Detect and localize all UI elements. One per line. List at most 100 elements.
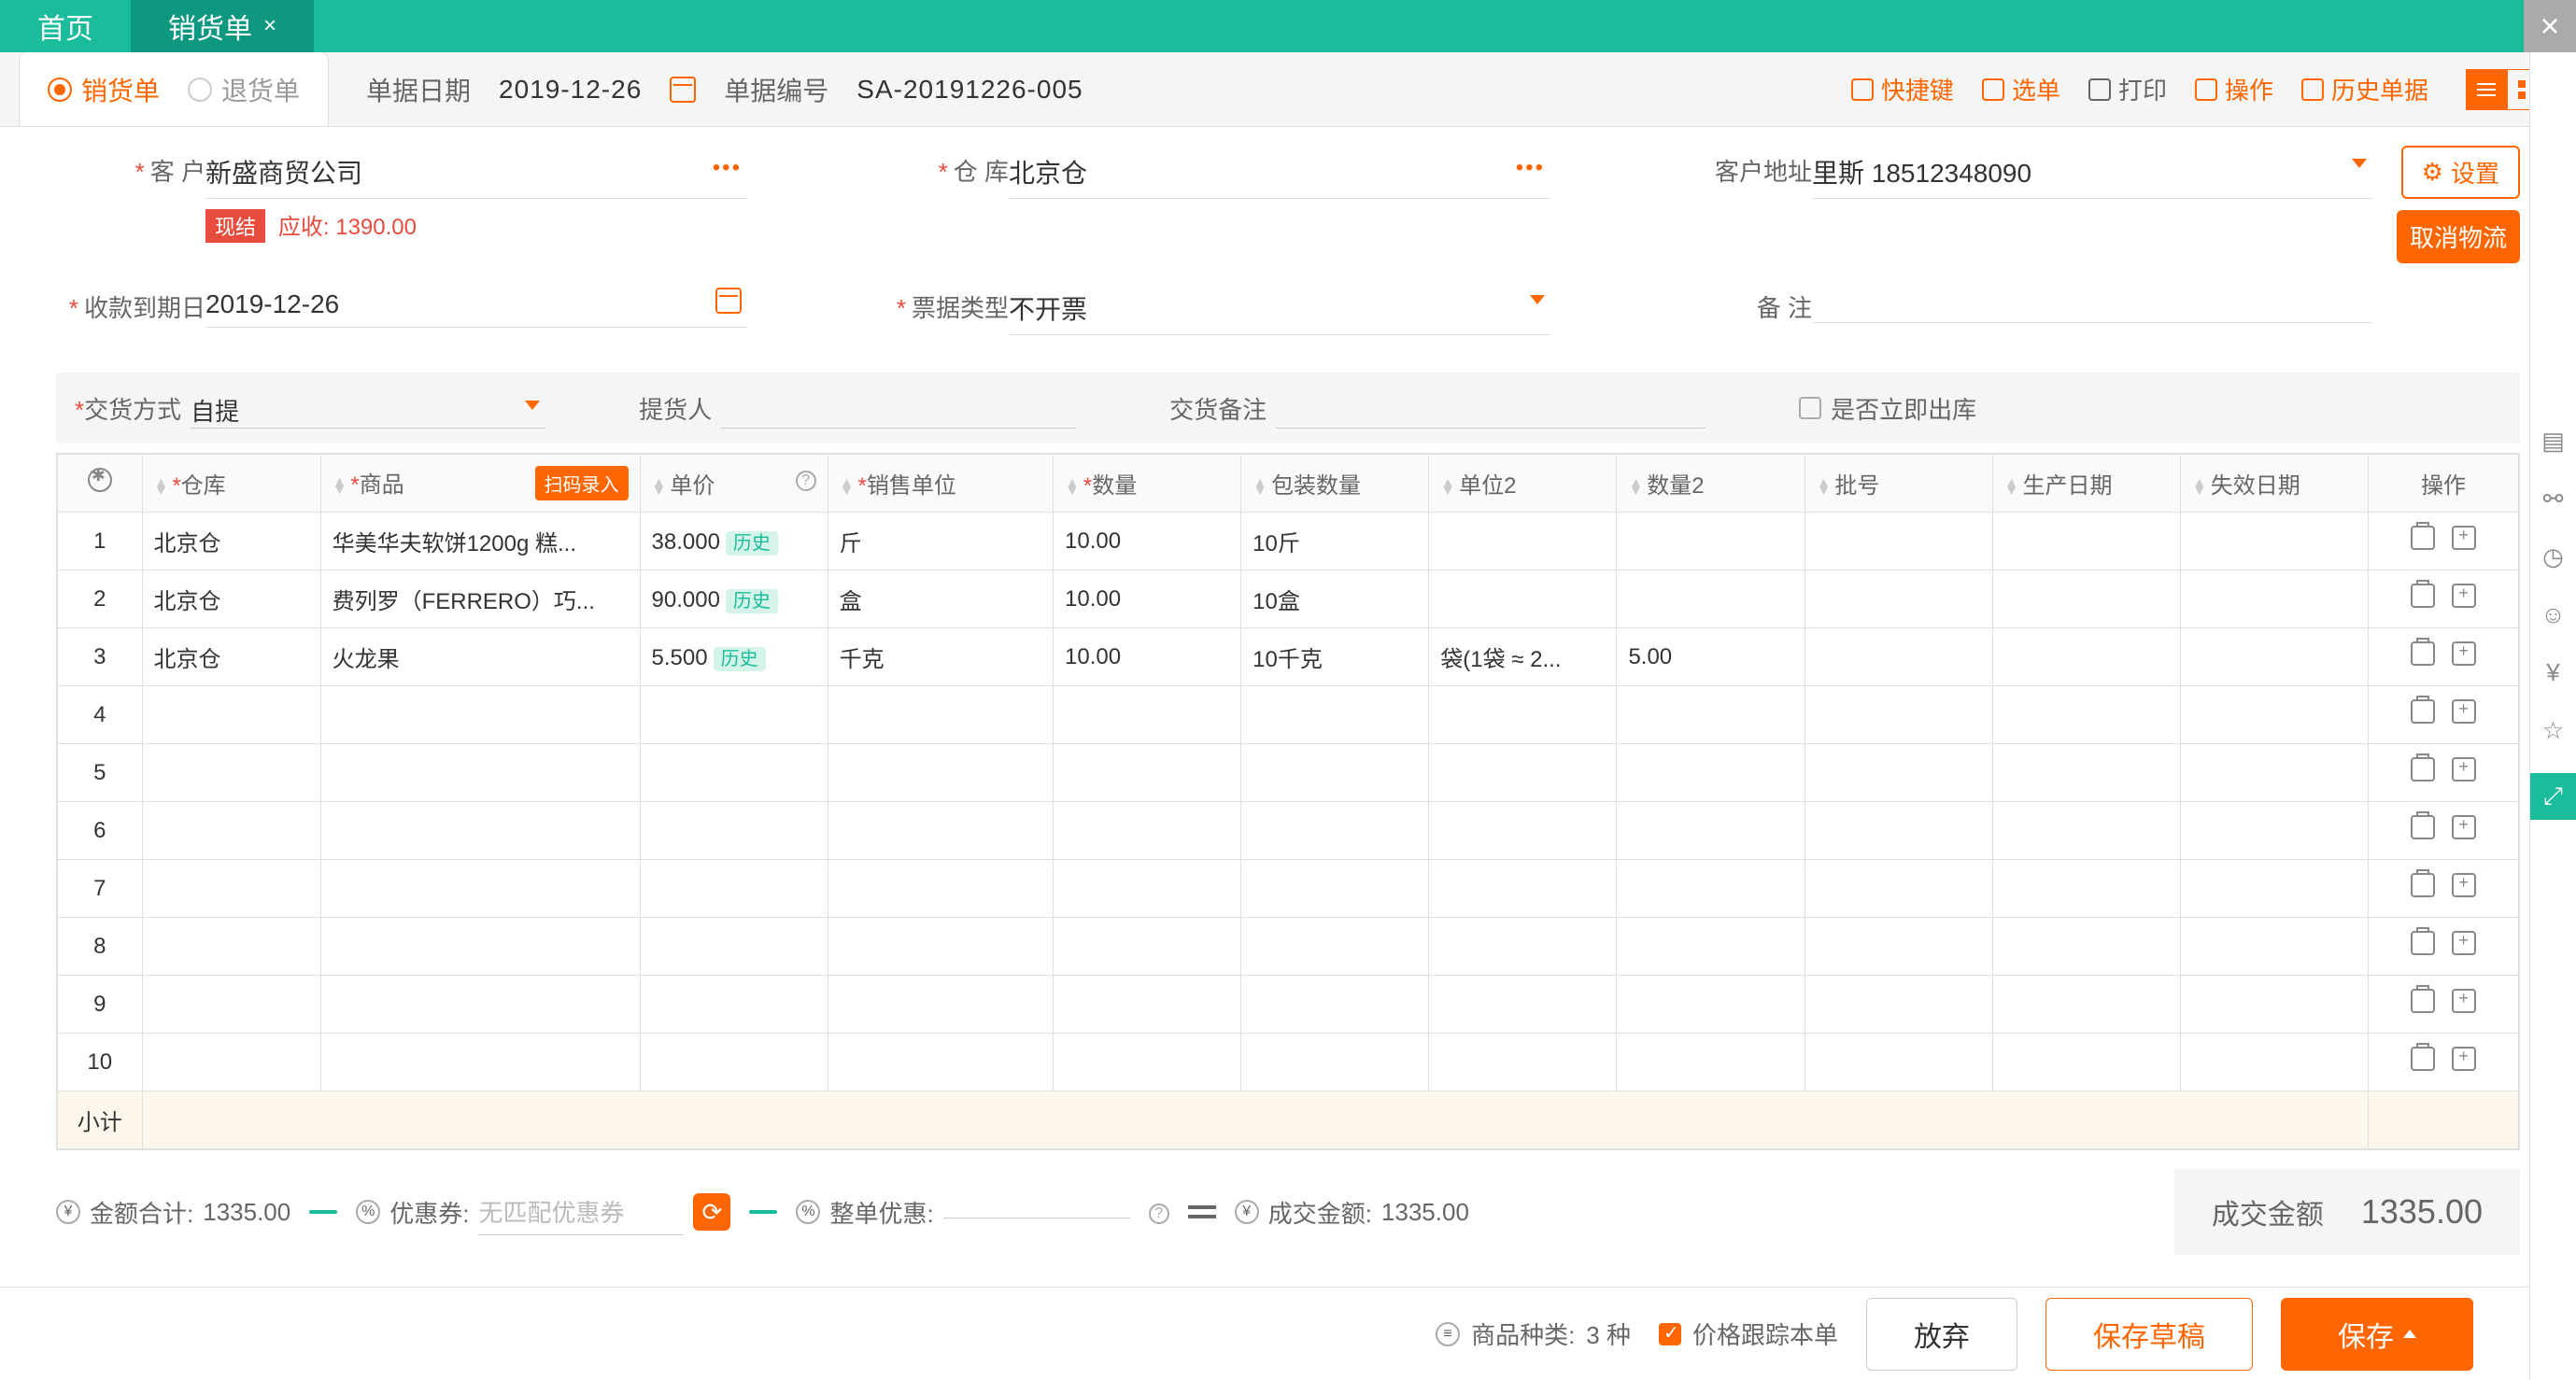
history-tag[interactable]: 历史 xyxy=(714,647,766,671)
tab-home[interactable]: 首页 xyxy=(0,0,131,52)
delivery-remark-input[interactable] xyxy=(1276,387,1706,429)
rail-note-icon[interactable]: ▤ xyxy=(2539,426,2569,456)
add-row-icon[interactable] xyxy=(2452,757,2476,782)
mode-tab-sales[interactable]: 销货单 xyxy=(48,71,160,108)
cancel-logistics-button[interactable]: 取消物流 xyxy=(2397,210,2520,263)
add-row-icon[interactable] xyxy=(2452,526,2476,550)
due-date-input[interactable]: 2019-12-26 xyxy=(205,282,747,328)
calendar-icon[interactable] xyxy=(670,77,696,103)
invoice-type-input[interactable]: 不开票 xyxy=(1009,282,1550,335)
table-row[interactable]: 4 xyxy=(58,686,2519,744)
col-pkg-qty[interactable]: 包装数量 xyxy=(1271,473,1361,499)
col-prod-date[interactable]: 生产日期 xyxy=(2023,473,2113,499)
calendar-icon[interactable] xyxy=(715,288,742,314)
add-row-icon[interactable] xyxy=(2452,641,2476,666)
save-draft-button[interactable]: 保存草稿 xyxy=(2045,1298,2253,1371)
delete-row-icon[interactable] xyxy=(2411,526,2435,550)
ellipsis-icon[interactable]: ••• xyxy=(713,155,742,181)
remark-input[interactable] xyxy=(1812,282,2372,323)
customer-label: 客 户 xyxy=(150,158,205,186)
table-row[interactable]: 7 xyxy=(58,860,2519,918)
form-area: *客 户 新盛商贸公司 ••• 现结 应收: 1390.00 *仓 库 北京仓 xyxy=(0,127,2576,363)
delete-row-icon[interactable] xyxy=(2411,757,2435,782)
coupon-input[interactable]: 无匹配优惠券 xyxy=(478,1189,684,1235)
refresh-button[interactable]: ⟳ xyxy=(693,1193,730,1231)
delivery-method-input[interactable]: 自提 xyxy=(191,387,545,429)
shortcut-button[interactable]: 快捷键 xyxy=(1851,72,1954,106)
add-row-icon[interactable] xyxy=(2452,873,2476,897)
doc-no-value: SA-20191226-005 xyxy=(856,75,1083,105)
col-warehouse[interactable]: 仓库 xyxy=(181,473,226,499)
rail-link-icon[interactable]: ⚯ xyxy=(2539,484,2569,514)
minus-icon xyxy=(309,1210,337,1214)
col-batch[interactable]: 批号 xyxy=(1834,473,1879,499)
col-exp-date[interactable]: 失效日期 xyxy=(2211,473,2300,499)
gear-icon: ⚙ xyxy=(2422,158,2443,187)
table-row[interactable]: 6 xyxy=(58,802,2519,860)
delete-row-icon[interactable] xyxy=(2411,641,2435,666)
history-tag[interactable]: 历史 xyxy=(726,531,778,556)
doc-date-value[interactable]: 2019-12-26 xyxy=(499,75,642,105)
col-product[interactable]: 商品 xyxy=(360,472,404,498)
rail-star-icon[interactable]: ☆ xyxy=(2539,715,2569,745)
col-qty[interactable]: 数量 xyxy=(1092,473,1137,499)
help-icon[interactable]: ? xyxy=(796,471,816,491)
delete-row-icon[interactable] xyxy=(2411,931,2435,955)
delete-row-icon[interactable] xyxy=(2411,1047,2435,1071)
ellipsis-icon[interactable]: ••• xyxy=(1516,155,1545,181)
help-icon[interactable]: ? xyxy=(1149,1204,1169,1224)
add-row-icon[interactable] xyxy=(2452,815,2476,839)
add-row-icon[interactable] xyxy=(2452,584,2476,608)
add-row-icon[interactable] xyxy=(2452,699,2476,724)
table-row[interactable]: 5 xyxy=(58,744,2519,802)
mode-tab-return[interactable]: 退货单 xyxy=(188,71,300,108)
history-button[interactable]: 历史单据 xyxy=(2301,72,2428,106)
table-row[interactable]: 9 xyxy=(58,976,2519,1034)
discard-button[interactable]: 放弃 xyxy=(1866,1298,2017,1371)
rail-clock-icon[interactable]: ◷ xyxy=(2539,542,2569,571)
address-input[interactable]: 里斯 18512348090 xyxy=(1812,146,2372,199)
settings-button[interactable]: ⚙ 设置 xyxy=(2401,146,2520,199)
order-discount-input[interactable] xyxy=(943,1206,1130,1218)
add-row-icon[interactable] xyxy=(2452,989,2476,1013)
add-row-icon[interactable] xyxy=(2452,1047,2476,1071)
chevron-down-icon[interactable] xyxy=(525,401,540,410)
delete-row-icon[interactable] xyxy=(2411,584,2435,608)
warehouse-input[interactable]: 北京仓 ••• xyxy=(1009,146,1550,199)
close-icon[interactable]: × xyxy=(263,13,276,39)
track-price-checkbox[interactable] xyxy=(1659,1323,1681,1345)
rail-user-icon[interactable]: ☺ xyxy=(2539,599,2569,629)
table-row[interactable]: 1 北京仓 华美华夫软饼1200g 糕... 38.000历史 斤 10.00 … xyxy=(58,513,2519,570)
chevron-down-icon[interactable] xyxy=(2352,159,2367,168)
chevron-down-icon[interactable] xyxy=(1530,295,1545,304)
delete-row-icon[interactable] xyxy=(2411,815,2435,839)
delete-row-icon[interactable] xyxy=(2411,699,2435,724)
operate-button[interactable]: 操作 xyxy=(2195,72,2273,106)
col-qty2[interactable]: 数量2 xyxy=(1647,473,1704,499)
immediate-checkbox[interactable] xyxy=(1799,397,1821,419)
rail-expand-icon[interactable]: ⤢ xyxy=(2530,773,2576,820)
table-row[interactable]: 3 北京仓 火龙果 5.500历史 千克 10.00 10千克 袋(1袋 ≈ 2… xyxy=(58,628,2519,686)
table-row[interactable]: 2 北京仓 费列罗（FERRERO）巧... 90.000历史 盒 10.00 … xyxy=(58,570,2519,628)
view-list-button[interactable] xyxy=(2466,69,2507,110)
gear-icon[interactable] xyxy=(88,468,112,492)
delete-row-icon[interactable] xyxy=(2411,873,2435,897)
scan-button[interactable]: 扫码录入 xyxy=(535,466,629,500)
col-sales-unit[interactable]: 销售单位 xyxy=(867,473,956,499)
col-price[interactable]: 单价 xyxy=(670,473,715,499)
add-row-icon[interactable] xyxy=(2452,931,2476,955)
table-row[interactable]: 10 xyxy=(58,1034,2519,1091)
select-doc-button[interactable]: 选单 xyxy=(1982,72,2060,106)
delete-row-icon[interactable] xyxy=(2411,989,2435,1013)
rail-yen-icon[interactable]: ¥ xyxy=(2539,657,2569,687)
history-tag[interactable]: 历史 xyxy=(726,589,778,613)
save-button[interactable]: 保存 xyxy=(2281,1298,2473,1371)
close-window-button[interactable]: × xyxy=(2524,0,2576,52)
col-unit2[interactable]: 单位2 xyxy=(1459,473,1516,499)
print-button[interactable]: 打印 xyxy=(2088,72,2167,106)
picker-input[interactable] xyxy=(721,387,1076,429)
minus-icon xyxy=(749,1210,777,1214)
tab-sales-order[interactable]: 销货单 × xyxy=(131,0,314,52)
table-row[interactable]: 8 xyxy=(58,918,2519,976)
customer-input[interactable]: 新盛商贸公司 ••• xyxy=(205,146,747,199)
